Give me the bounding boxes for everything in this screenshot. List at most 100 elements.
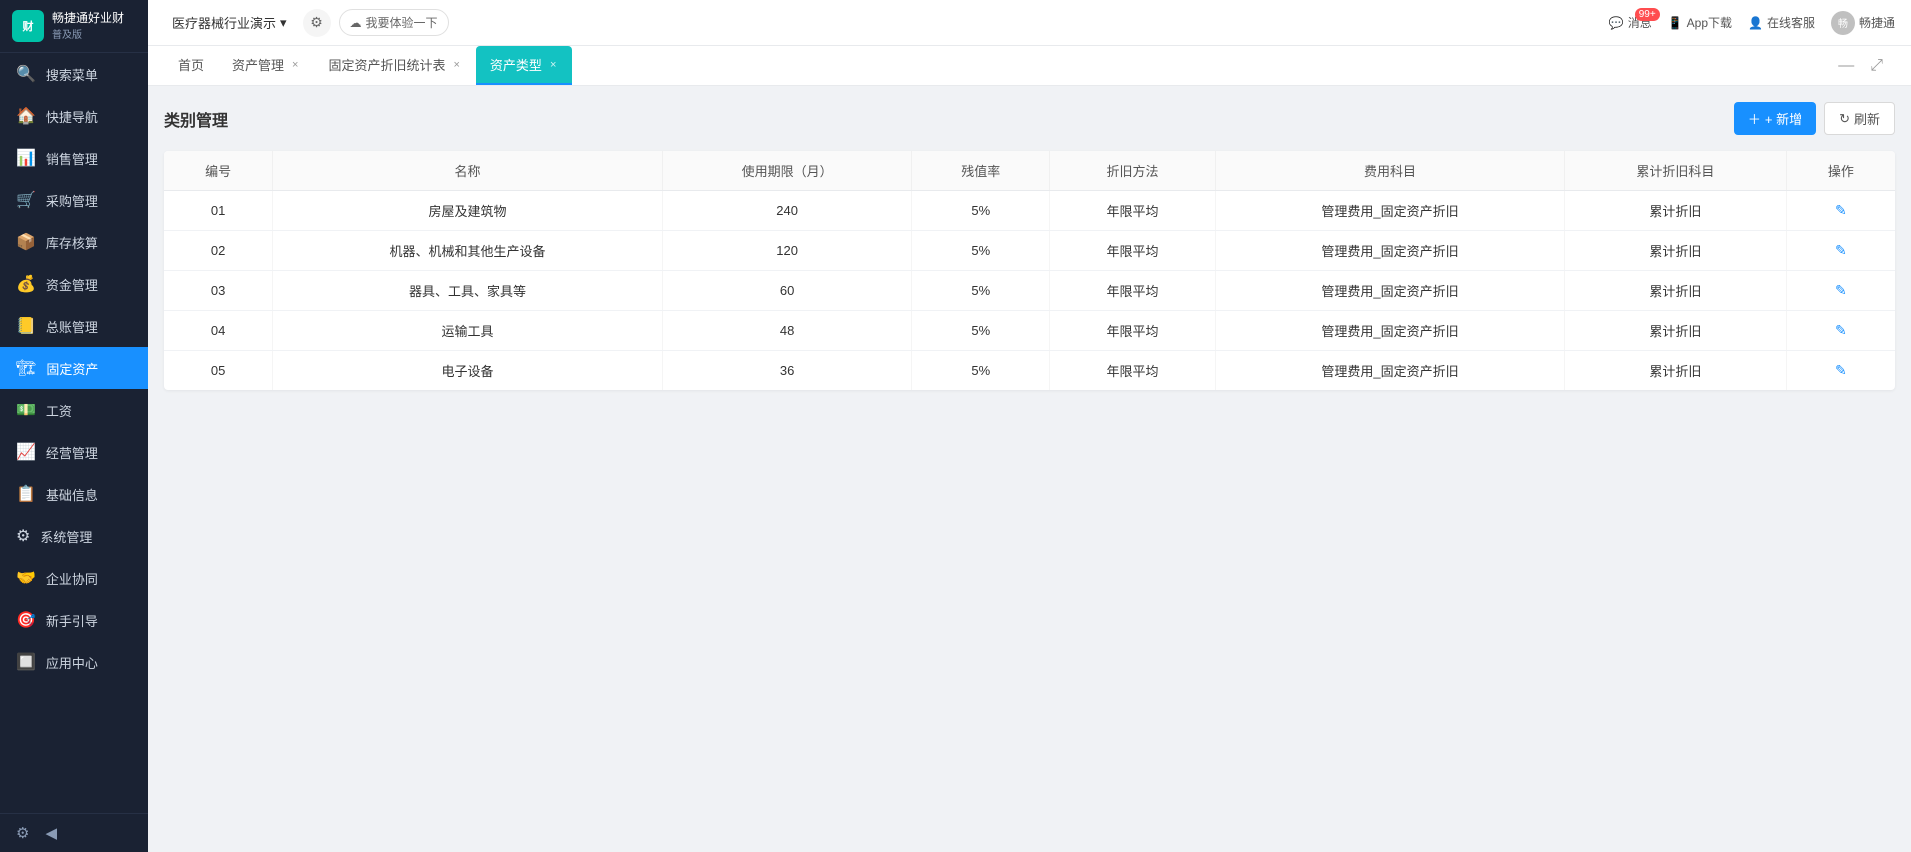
cell-residual: 5%: [912, 271, 1050, 311]
sidebar-nav: 🔍搜索菜单🏠快捷导航 📊 销售管理 🛒采购管理 📦 库存核算 💰资金管理 📒 总账管理 🏗固定资产…: [0, 53, 148, 813]
cell-action[interactable]: ✎: [1786, 271, 1895, 311]
tab-expand-button[interactable]: ⤢: [1866, 55, 1887, 77]
sidebar-collapse-icon[interactable]: ◀: [45, 824, 57, 842]
app-download-action[interactable]: 📱 App下载: [1668, 14, 1732, 31]
message-action[interactable]: 💬 消息 99+: [1609, 14, 1652, 31]
sidebar-item-purchase[interactable]: 🛒采购管理: [0, 179, 148, 221]
sidebar-item-payroll[interactable]: 💵工资: [0, 389, 148, 431]
sidebar-label-cooperation: 企业协同: [46, 569, 98, 588]
plus-icon: ＋: [1748, 109, 1761, 128]
col-header-expense: 费用科目: [1215, 151, 1564, 191]
tab-depreciation_table[interactable]: 固定资产折旧统计表 ×: [314, 46, 475, 85]
cell-accu-subject: 累计折旧: [1565, 351, 1787, 391]
tab-close-asset_type[interactable]: ×: [548, 57, 558, 73]
sidebar-item-ledger[interactable]: 📒 总账管理: [0, 305, 148, 347]
sidebar-icon-cooperation: 🤝: [16, 568, 36, 588]
sidebar-item-fixed[interactable]: 🏗固定资产: [0, 347, 148, 389]
col-header-period: 使用期限（月）: [662, 151, 912, 191]
cell-period: 240: [662, 191, 912, 231]
module-name: 医疗器械行业演示: [172, 13, 276, 32]
tab-asset_type[interactable]: 资产类型×: [476, 46, 572, 85]
col-header-residual: 残值率: [912, 151, 1050, 191]
edit-icon[interactable]: ✎: [1835, 242, 1847, 258]
cell-name: 房屋及建筑物: [273, 191, 663, 231]
sidebar-icon-sales: 📊: [16, 148, 36, 168]
cell-method: 年限平均: [1050, 231, 1216, 271]
sidebar-item-sales[interactable]: 📊 销售管理: [0, 137, 148, 179]
cell-method: 年限平均: [1050, 271, 1216, 311]
tab-asset_mgmt[interactable]: 资产管理 ×: [218, 46, 314, 85]
user-profile[interactable]: 畅 畅捷通: [1831, 11, 1895, 35]
cell-accu-subject: 累计折旧: [1565, 271, 1787, 311]
tab-minimize-button[interactable]: —: [1834, 55, 1858, 77]
sidebar-item-operations[interactable]: 📈经营管理: [0, 431, 148, 473]
page-content: 类别管理 ＋ + 新增 ↻ 刷新 编号 名称 使用期限（月） 残值率: [148, 86, 1911, 852]
download-icon: 📱: [1668, 16, 1683, 30]
cell-period: 36: [662, 351, 912, 391]
tab-label-depreciation_table: 固定资产折旧统计表: [328, 55, 445, 74]
tab-close-depreciation_table[interactable]: ×: [451, 57, 461, 73]
app-name: 畅捷通好业财: [52, 11, 124, 27]
sidebar-label-inventory: 库存核算: [46, 233, 98, 252]
experience-button[interactable]: ☁ 我要体验一下: [339, 9, 449, 36]
module-settings-button[interactable]: ⚙: [303, 9, 331, 37]
logo-icon: 财: [12, 10, 44, 42]
sidebar-label-appcenter: 应用中心: [46, 653, 98, 672]
cell-name: 电子设备: [273, 351, 663, 391]
support-action[interactable]: 👤 在线客服: [1748, 14, 1815, 31]
module-selector[interactable]: 医疗器械行业演示 ▾: [164, 9, 295, 36]
sidebar-item-quicknav[interactable]: 🏠快捷导航: [0, 95, 148, 137]
refresh-button[interactable]: ↻ 刷新: [1824, 102, 1895, 135]
sidebar-icon-fixed: 🏗: [16, 358, 36, 378]
sidebar-item-capital[interactable]: 💰资金管理: [0, 263, 148, 305]
sidebar-item-search[interactable]: 🔍搜索菜单: [0, 53, 148, 95]
sidebar-item-guide[interactable]: 🎯新手引导: [0, 599, 148, 641]
sidebar-icon-system: ⚙: [16, 526, 30, 546]
cell-period: 60: [662, 271, 912, 311]
cell-action[interactable]: ✎: [1786, 191, 1895, 231]
col-header-method: 折旧方法: [1050, 151, 1216, 191]
sidebar-item-basicinfo[interactable]: 📋 基础信息: [0, 473, 148, 515]
topbar: 医疗器械行业演示 ▾ ⚙ ☁ 我要体验一下 💬 消息 99+ 📱 App下载 👤…: [148, 0, 1911, 46]
sidebar-item-appcenter[interactable]: 🔲应用中心: [0, 641, 148, 683]
cell-code: 03: [164, 271, 273, 311]
sidebar-settings-icon[interactable]: ⚙: [16, 824, 29, 842]
edit-icon[interactable]: ✎: [1835, 362, 1847, 378]
sidebar-label-operations: 经营管理: [46, 443, 98, 462]
sidebar-label-ledger: 总账管理: [46, 317, 98, 336]
cell-expense-subject: 管理费用_固定资产折旧: [1215, 271, 1564, 311]
sidebar-label-sales: 销售管理: [46, 149, 98, 168]
sidebar-label-basicinfo: 基础信息: [46, 485, 98, 504]
sidebar-bottom: ⚙ ◀: [0, 813, 148, 852]
sidebar: 财 畅捷通好业财 普及版 🔍搜索菜单🏠快捷导航📊销售管理🛒采购管理📦库存核算💰资…: [0, 0, 148, 852]
cell-residual: 5%: [912, 311, 1050, 351]
sidebar-icon-basicinfo: 📋: [16, 484, 36, 504]
edit-icon[interactable]: ✎: [1835, 282, 1847, 298]
sidebar-label-capital: 资金管理: [46, 275, 98, 294]
edit-icon[interactable]: ✎: [1835, 202, 1847, 218]
tabbar: 首页资产管理×固定资产折旧统计表×资产类型× — ⤢: [148, 46, 1911, 86]
cloud-icon: ☁: [350, 16, 362, 30]
cell-method: 年限平均: [1050, 351, 1216, 391]
sidebar-item-cooperation[interactable]: 🤝 企业协同: [0, 557, 148, 599]
sidebar-item-inventory[interactable]: 📦 库存核算: [0, 221, 148, 263]
sidebar-item-system[interactable]: ⚙系统管理: [0, 515, 148, 557]
cell-action[interactable]: ✎: [1786, 231, 1895, 271]
table-row: 04 运输工具 48 5% 年限平均 管理费用_固定资产折旧 累计折旧 ✎: [164, 311, 1895, 351]
cell-period: 48: [662, 311, 912, 351]
page-header: 类别管理 ＋ + 新增 ↻ 刷新: [164, 102, 1895, 135]
sidebar-icon-ledger: 📒: [16, 316, 36, 336]
refresh-icon: ↻: [1839, 111, 1850, 127]
username: 畅捷通: [1859, 14, 1895, 31]
edit-icon[interactable]: ✎: [1835, 322, 1847, 338]
asset-type-table: 编号 名称 使用期限（月） 残值率 折旧方法 费用科目 累计折旧科目 操作 01…: [164, 151, 1895, 390]
cell-action[interactable]: ✎: [1786, 311, 1895, 351]
tab-home[interactable]: 首页: [164, 46, 218, 85]
tab-controls: — ⤢: [1826, 46, 1895, 85]
new-button[interactable]: ＋ + 新增: [1734, 102, 1816, 135]
tab-label-asset_mgmt: 资产管理: [232, 55, 284, 74]
tab-close-asset_mgmt[interactable]: ×: [290, 57, 300, 73]
cell-action[interactable]: ✎: [1786, 351, 1895, 391]
chevron-down-icon: ▾: [280, 15, 287, 31]
sidebar-icon-inventory: 📦: [16, 232, 36, 252]
